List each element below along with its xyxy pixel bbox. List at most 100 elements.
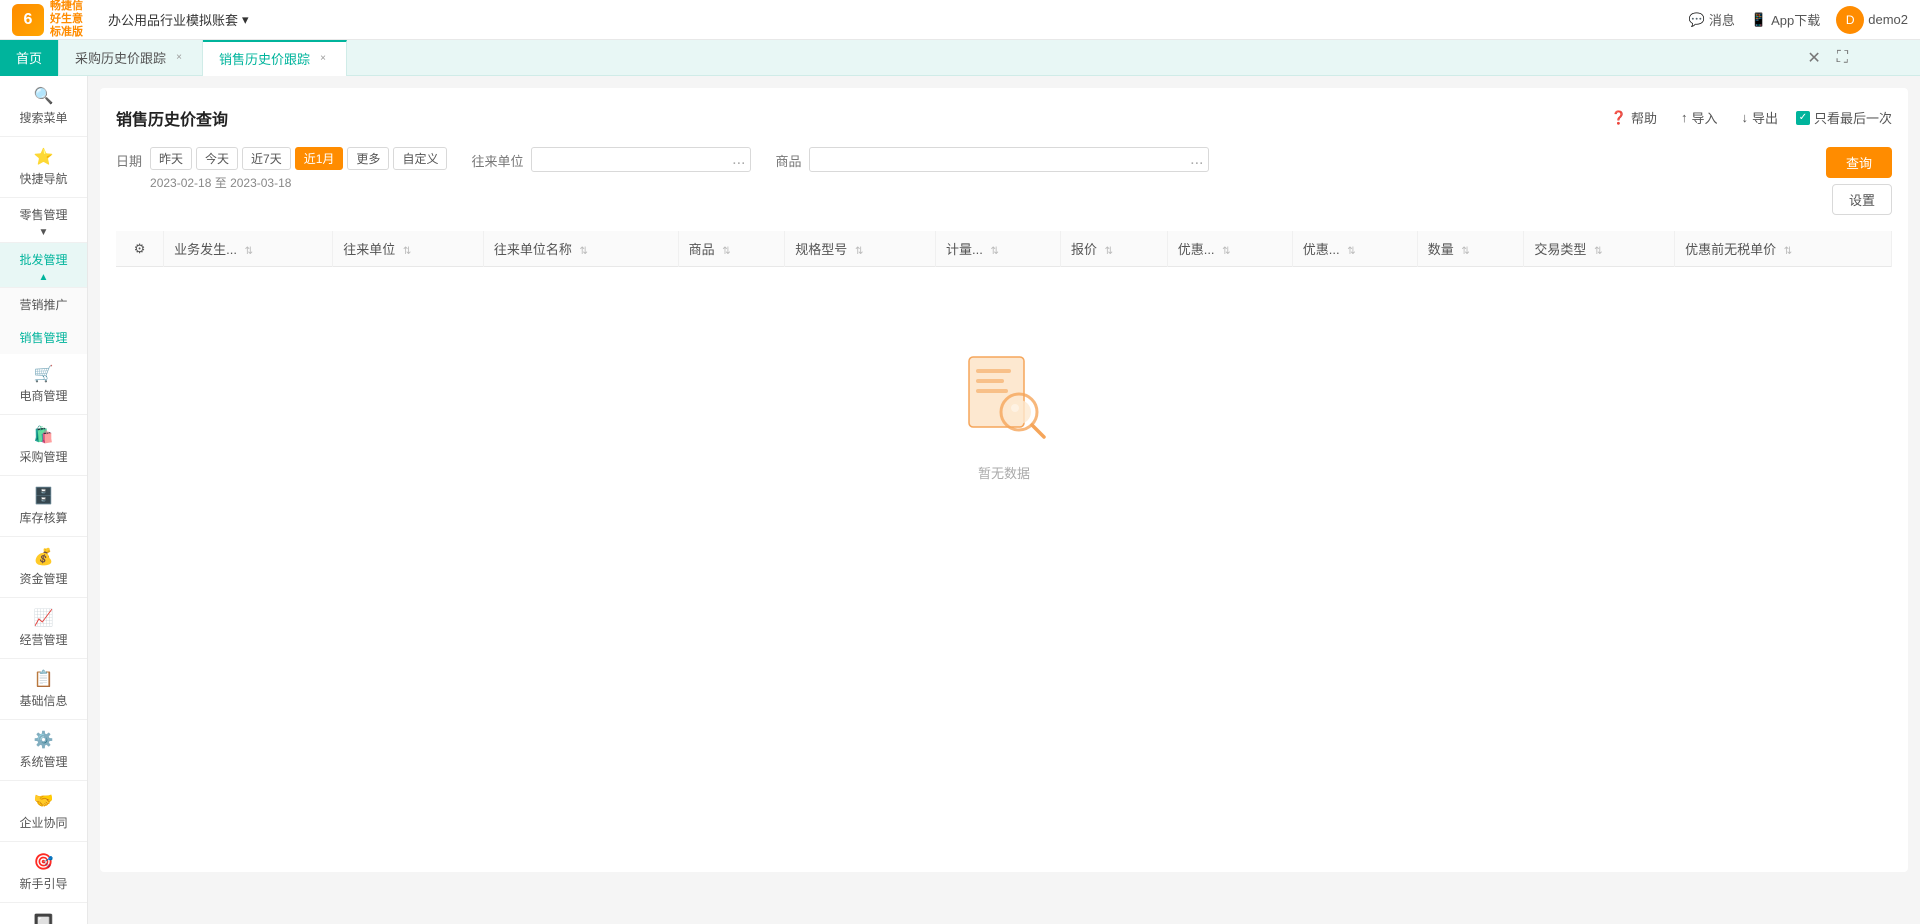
message-button[interactable]: 💬 消息: [1689, 10, 1735, 29]
only-last-checkbox-label[interactable]: ✓ 只看最后一次: [1796, 108, 1892, 127]
sort-icon: ⇅: [1461, 246, 1469, 257]
partner-input-dots[interactable]: ...: [732, 151, 745, 169]
th-spec[interactable]: 规格型号 ⇅: [785, 231, 936, 267]
export-button[interactable]: ↓ 导出: [1735, 104, 1784, 131]
table-wrap: ⚙ 业务发生... ⇅ 往来单位 ⇅: [116, 231, 1892, 562]
partner-input-wrap: ...: [531, 147, 751, 172]
logo-area: 6 畅捷信好生意 标准版: [12, 0, 92, 39]
date-btn-custom[interactable]: 自定义: [393, 147, 447, 170]
sidebar-item-enterprise[interactable]: 🤝 企业协同: [0, 781, 87, 842]
data-table: ⚙ 业务发生... ⇅ 往来单位 ⇅: [116, 231, 1892, 267]
content-area: 销售历史价查询 ❓ 帮助 ↑ 导入 ↓ 导出: [88, 76, 1920, 924]
top-bar-right: 💬 消息 📱 App下载 D demo2: [1689, 6, 1908, 34]
sort-icon: ⇅: [990, 246, 998, 257]
page-card: 销售历史价查询 ❓ 帮助 ↑ 导入 ↓ 导出: [100, 88, 1908, 872]
sidebar-item-basic[interactable]: 📋 基础信息: [0, 659, 87, 720]
th-partner-name[interactable]: 往来单位名称 ⇅: [483, 231, 678, 267]
help-button[interactable]: ❓ 帮助: [1605, 104, 1663, 131]
sidebar-item-wholesale[interactable]: 批发管理 ▲: [0, 243, 87, 288]
page-title: 销售历史价查询: [116, 106, 228, 130]
date-range-display: 2023-02-18 至 2023-03-18: [150, 174, 447, 191]
sort-icon: ⇅: [1105, 246, 1113, 257]
user-menu[interactable]: D demo2: [1836, 6, 1908, 34]
top-bar-left: 6 畅捷信好生意 标准版 办公用品行业模拟账套 ▾: [12, 0, 257, 39]
sidebar-item-finance[interactable]: 💰 资金管理: [0, 537, 87, 598]
date-btn-7days[interactable]: 近7天: [242, 147, 291, 170]
sidebar: 🔍 搜索菜单 ⭐ 快捷导航 零售管理 ▼ 批发管理 ▲ 营销推广 销售管理 🛒 …: [0, 76, 88, 924]
gear-icon: ⚙: [134, 241, 146, 256]
th-no-tax-price[interactable]: 优惠前无税单价 ⇅: [1675, 231, 1892, 267]
app-selector[interactable]: 办公用品行业模拟账套 ▾: [100, 6, 257, 33]
page-actions: ❓ 帮助 ↑ 导入 ↓ 导出 ✓ 只看最后一次: [1605, 104, 1892, 131]
star-icon: ⭐: [34, 147, 54, 167]
setting-button[interactable]: 设置: [1832, 184, 1892, 215]
sort-icon: ⇅: [855, 246, 863, 257]
sidebar-item-newbie[interactable]: 🎯 新手引导: [0, 842, 87, 903]
empty-icon: [954, 347, 1054, 447]
tab-purchase-history[interactable]: 采购历史价跟踪 ×: [59, 40, 203, 76]
th-discount2[interactable]: 优惠... ⇅: [1292, 231, 1417, 267]
fullscreen-icon[interactable]: ⛶: [1833, 45, 1852, 71]
th-quantity[interactable]: 数量 ⇅: [1417, 231, 1524, 267]
partner-filter-group: 往来单位 ...: [471, 147, 751, 172]
th-unit[interactable]: 计量... ⇅: [936, 231, 1061, 267]
sidebar-item-sales-mgmt[interactable]: 销售管理: [0, 321, 87, 354]
tab-bar-actions: ✕ ⛶: [1803, 44, 1860, 72]
top-bar: 6 畅捷信好生意 标准版 办公用品行业模拟账套 ▾ 💬 消息 📱 App下载 D…: [0, 0, 1920, 40]
tab-sales-history[interactable]: 销售历史价跟踪 ×: [203, 40, 347, 76]
date-buttons: 昨天 今天 近7天 近1月 更多 自定义: [150, 147, 447, 170]
sort-icon: ⇅: [722, 246, 730, 257]
main-layout: 🔍 搜索菜单 ⭐ 快捷导航 零售管理 ▼ 批发管理 ▲ 营销推广 销售管理 🛒 …: [0, 76, 1920, 924]
chevron-up-icon: ▲: [39, 272, 49, 283]
goods-input[interactable]: [809, 147, 1209, 172]
sidebar-item-system[interactable]: ⚙️ 系统管理: [0, 720, 87, 781]
th-quote-price[interactable]: 报价 ⇅: [1061, 231, 1168, 267]
sidebar-item-retail[interactable]: 零售管理 ▼: [0, 198, 87, 243]
chevron-down-icon: ▼: [39, 227, 49, 238]
page-title-bar: 销售历史价查询 ❓ 帮助 ↑ 导入 ↓ 导出: [116, 104, 1892, 131]
date-btn-today[interactable]: 今天: [196, 147, 238, 170]
inventory-icon: 🗄️: [34, 486, 54, 506]
sidebar-item-appstore[interactable]: 🔲 应用中心: [0, 903, 87, 924]
sidebar-item-search[interactable]: 🔍 搜索菜单: [0, 76, 87, 137]
partner-filter-label: 往来单位: [471, 147, 523, 170]
sidebar-item-ecommerce[interactable]: 🛒 电商管理: [0, 354, 87, 415]
sidebar-item-operation[interactable]: 📈 经营管理: [0, 598, 87, 659]
sort-icon: ⇅: [1347, 246, 1355, 257]
th-partner-code[interactable]: 往来单位 ⇅: [333, 231, 484, 267]
tab-purchase-history-close[interactable]: ×: [172, 51, 186, 65]
date-btn-more[interactable]: 更多: [347, 147, 389, 170]
basic-icon: 📋: [34, 669, 54, 689]
finance-icon: 💰: [34, 547, 54, 567]
th-trade-type[interactable]: 交易类型 ⇅: [1524, 231, 1675, 267]
logo-text: 畅捷信好生意 标准版: [50, 0, 92, 39]
system-icon: ⚙️: [34, 730, 54, 750]
goods-filter-group: 商品 ...: [775, 147, 1209, 172]
goods-input-wrap: ...: [809, 147, 1209, 172]
newbie-icon: 🎯: [34, 852, 54, 872]
th-goods[interactable]: 商品 ⇅: [678, 231, 785, 267]
empty-illustration: [954, 347, 1054, 447]
sidebar-item-marketing[interactable]: 营销推广: [0, 288, 87, 321]
tab-home[interactable]: 首页: [0, 40, 59, 76]
date-btn-yesterday[interactable]: 昨天: [150, 147, 192, 170]
date-btn-1month[interactable]: 近1月: [295, 147, 344, 170]
sidebar-item-shortcut[interactable]: ⭐ 快捷导航: [0, 137, 87, 198]
close-all-tabs-icon[interactable]: ✕: [1803, 44, 1824, 72]
goods-input-dots[interactable]: ...: [1190, 151, 1203, 169]
date-filter-group: 日期 昨天 今天 近7天 近1月 更多 自定义 2023-02-18 至 202…: [116, 147, 447, 191]
partner-input[interactable]: [531, 147, 751, 172]
query-button[interactable]: 查询: [1826, 147, 1892, 178]
import-button[interactable]: ↑ 导入: [1675, 104, 1724, 131]
logo-icon: 6: [12, 4, 44, 36]
app-download-button[interactable]: 📱 App下载: [1751, 10, 1820, 29]
message-icon: 💬: [1689, 12, 1705, 28]
th-biz-date[interactable]: 业务发生... ⇅: [164, 231, 333, 267]
filter-row: 日期 昨天 今天 近7天 近1月 更多 自定义 2023-02-18 至 202…: [116, 147, 1892, 215]
tab-sales-history-close[interactable]: ×: [316, 52, 330, 66]
date-options: 昨天 今天 近7天 近1月 更多 自定义 2023-02-18 至 2023-0…: [150, 147, 447, 191]
th-settings[interactable]: ⚙: [116, 231, 164, 267]
th-discount1[interactable]: 优惠... ⇅: [1167, 231, 1292, 267]
sidebar-item-purchase[interactable]: 🛍️ 采购管理: [0, 415, 87, 476]
sidebar-item-inventory[interactable]: 🗄️ 库存核算: [0, 476, 87, 537]
